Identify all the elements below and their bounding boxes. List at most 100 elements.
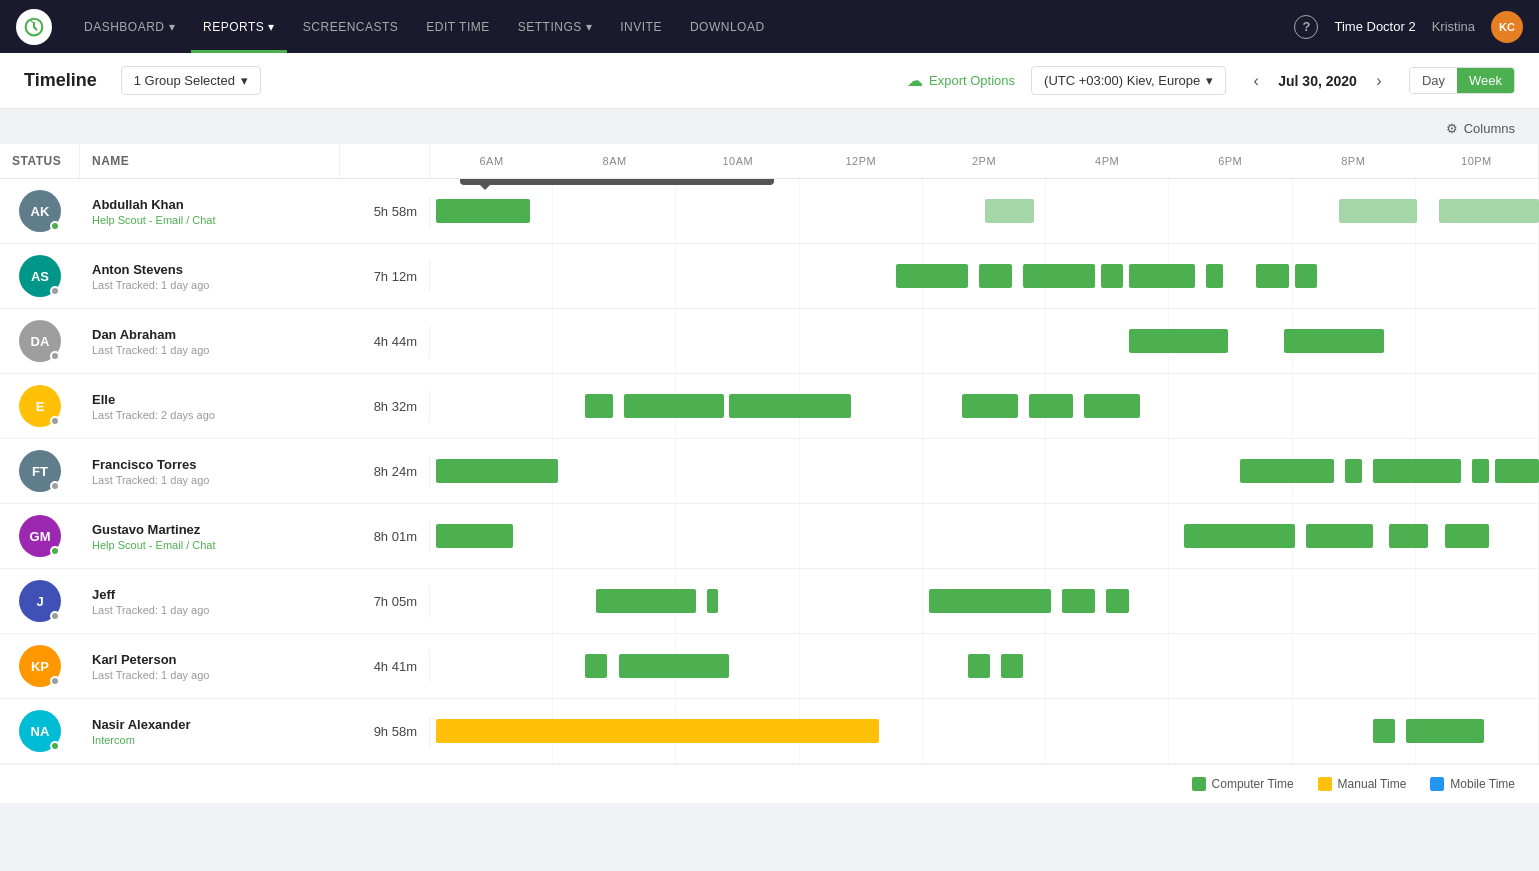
timeline-bars <box>430 524 1539 548</box>
col-name-header: Name <box>80 144 340 178</box>
legend-manual-dot <box>1318 777 1332 791</box>
timezone-label: (UTC +03:00) Kiev, Europe <box>1044 73 1200 88</box>
legend-mobile-dot <box>1430 777 1444 791</box>
nav-invite[interactable]: INVITE <box>608 0 674 53</box>
cell-timeline-8[interactable] <box>430 699 1539 763</box>
timeline-bar <box>1306 524 1373 548</box>
timeline-bar <box>968 654 990 678</box>
timeline-bar <box>436 524 514 548</box>
timeline-bars <box>430 394 1539 418</box>
table-header: Status Name 6am 8am 10am 12pm 2pm 4pm 6p… <box>0 144 1539 179</box>
prev-date-button[interactable]: ‹ <box>1242 67 1270 95</box>
user-name: Jeff <box>92 587 328 602</box>
help-button[interactable]: ? <box>1294 15 1318 39</box>
timeline-table: Status Name 6am 8am 10am 12pm 2pm 4pm 6p… <box>0 144 1539 764</box>
app-logo[interactable] <box>16 9 52 45</box>
nav-right: ? Time Doctor 2 Kristina KC <box>1294 11 1523 43</box>
timeline-bar <box>1445 524 1489 548</box>
cell-time-1: 7h 12m <box>340 261 430 292</box>
nav-download-label: DOWNLOAD <box>690 20 765 34</box>
time-label-4pm: 4pm <box>1046 145 1169 177</box>
timeline-bar <box>929 589 1051 613</box>
status-dot <box>50 351 60 361</box>
timeline-bars <box>430 459 1539 483</box>
cell-timeline-4[interactable] <box>430 439 1539 503</box>
cell-timeline-7[interactable] <box>430 634 1539 698</box>
timeline-bar <box>436 199 530 223</box>
columns-label: Columns <box>1464 121 1515 136</box>
time-label-12pm: 12pm <box>799 145 922 177</box>
chevron-down-icon: ▾ <box>268 20 275 34</box>
cell-timeline-6[interactable] <box>430 569 1539 633</box>
timeline-bar <box>1084 394 1139 418</box>
timeline-bar <box>1106 589 1128 613</box>
cell-name-4: Francisco Torres Last Tracked: 1 day ago <box>80 449 340 494</box>
timeline-bars <box>430 719 1539 743</box>
table-row: J Jeff Last Tracked: 1 day ago 7h 05m <box>0 569 1539 634</box>
next-date-button[interactable]: › <box>1365 67 1393 95</box>
nav-download[interactable]: DOWNLOAD <box>678 0 777 53</box>
cell-name-8: Nasir Alexander Intercom <box>80 709 340 754</box>
cell-timeline-0[interactable]: Help Scout - Email / Chat (Customer Supp… <box>430 179 1539 243</box>
cell-name-1: Anton Stevens Last Tracked: 1 day ago <box>80 254 340 299</box>
timezone-selector[interactable]: (UTC +03:00) Kiev, Europe ▾ <box>1031 66 1226 95</box>
columns-button[interactable]: ⚙ Columns <box>0 109 1539 144</box>
cell-time-3: 8h 32m <box>340 391 430 422</box>
page-title: Timeline <box>24 70 97 91</box>
col-status-header: Status <box>0 144 80 178</box>
status-dot <box>50 481 60 491</box>
time-label-8pm: 8pm <box>1292 145 1415 177</box>
nav-reports[interactable]: REPORTS ▾ <box>191 0 287 53</box>
chevron-down-icon: ▾ <box>241 73 248 88</box>
nav-settings[interactable]: SETTINGS ▾ <box>506 0 605 53</box>
cell-time-2: 4h 44m <box>340 326 430 357</box>
current-date: Jul 30, 2020 <box>1278 73 1357 89</box>
cell-timeline-1[interactable] <box>430 244 1539 308</box>
cell-timeline-3[interactable] <box>430 374 1539 438</box>
timeline-bar <box>1345 459 1362 483</box>
avatar: NA <box>19 710 61 752</box>
timeline-bar <box>624 394 724 418</box>
user-sub: Help Scout - Email / Chat <box>92 214 328 226</box>
nav-reports-label: REPORTS <box>203 20 264 34</box>
timeline-bar <box>1129 329 1229 353</box>
day-view-button[interactable]: Day <box>1410 68 1457 93</box>
time-labels: 6am 8am 10am 12pm 2pm 4pm 6pm 8pm 10pm <box>430 144 1538 178</box>
status-dot <box>50 546 60 556</box>
timeline-bar <box>619 654 730 678</box>
timeline-bars <box>430 654 1539 678</box>
content-area: ⚙ Columns Status Name 6am 8am 10am 12pm … <box>0 109 1539 803</box>
timeline-bar <box>1240 459 1334 483</box>
timeline-bar <box>1439 199 1539 223</box>
week-view-button[interactable]: Week <box>1457 68 1514 93</box>
cell-timeline-5[interactable] <box>430 504 1539 568</box>
timeline-bar <box>1101 264 1123 288</box>
nav-dashboard[interactable]: DASHBOARD ▾ <box>72 0 187 53</box>
timeline-bar <box>1373 459 1462 483</box>
status-dot <box>50 676 60 686</box>
table-row: AS Anton Stevens Last Tracked: 1 day ago… <box>0 244 1539 309</box>
cell-name-2: Dan Abraham Last Tracked: 1 day ago <box>80 319 340 364</box>
legend-manual-label: Manual Time <box>1338 777 1407 791</box>
cell-time-6: 7h 05m <box>340 586 430 617</box>
avatar[interactable]: KC <box>1491 11 1523 43</box>
col-time-header <box>340 144 430 178</box>
nav-screencasts[interactable]: SCREENCASTS <box>291 0 411 53</box>
cell-time-7: 4h 41m <box>340 651 430 682</box>
cell-timeline-2[interactable] <box>430 309 1539 373</box>
timeline-bar <box>1256 264 1289 288</box>
user-name: Karl Peterson <box>92 652 328 667</box>
group-selector-label: 1 Group Selected <box>134 73 235 88</box>
group-selector[interactable]: 1 Group Selected ▾ <box>121 66 261 95</box>
avatar: DA <box>19 320 61 362</box>
time-label-6pm: 6pm <box>1169 145 1292 177</box>
brand-label: Time Doctor 2 <box>1334 19 1415 34</box>
nav-edit-time[interactable]: EDIT TIME <box>414 0 501 53</box>
export-button[interactable]: ☁ Export Options <box>907 71 1015 90</box>
chevron-down-icon: ▾ <box>1206 73 1213 88</box>
cell-time-0: 5h 58m <box>340 196 430 227</box>
timeline-bar <box>1295 264 1317 288</box>
timeline-bar <box>436 719 880 743</box>
time-label-2pm: 2pm <box>922 145 1045 177</box>
timeline-bar <box>1062 589 1095 613</box>
